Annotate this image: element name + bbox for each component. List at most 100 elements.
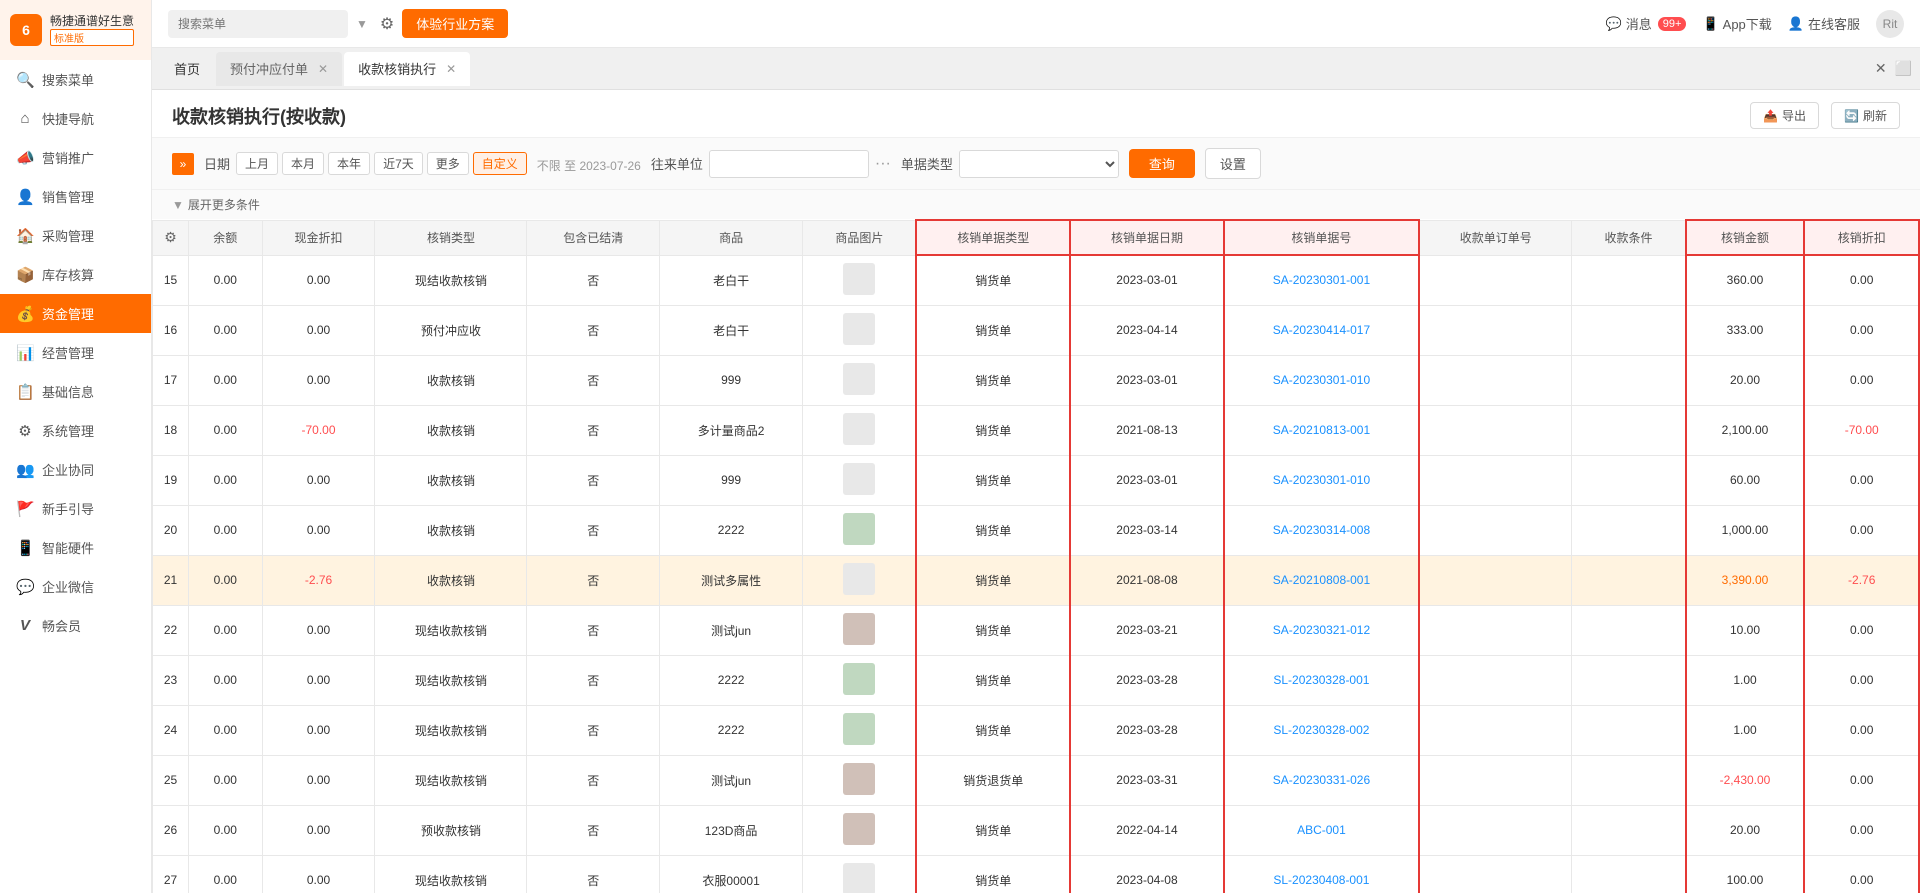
- table-row: 21 0.00 -2.76 收款核销 否 测试多属性 销货单 2021-08-0…: [153, 555, 1920, 605]
- cell-id: 19: [153, 455, 189, 505]
- sidebar-item-wechat[interactable]: 💬 企业微信: [0, 567, 151, 606]
- cell-balance: 0.00: [189, 505, 263, 555]
- cell-receipt-order-num: [1419, 255, 1572, 305]
- filter-more-btn[interactable]: 更多: [427, 152, 469, 175]
- filter-this-month-btn[interactable]: 本月: [282, 152, 324, 175]
- cell-writeoff-bill-type: 销货单: [916, 855, 1070, 893]
- cell-id: 16: [153, 305, 189, 355]
- data-table: ⚙ 余额 现金折扣 核销类型 包含已结清 商品 商品图片 核销单据类型 核销单据…: [152, 219, 1920, 893]
- wechat-icon: 💬: [16, 578, 34, 596]
- sidebar-item-purchase[interactable]: 🏠 采购管理: [0, 216, 151, 255]
- cell-writeoff-type: 现结收款核销: [375, 605, 527, 655]
- cell-product: 测试jun: [659, 755, 802, 805]
- cell-product-img: [803, 855, 917, 893]
- tab-receipt[interactable]: 收款核销执行 ✕: [344, 52, 470, 86]
- industry-solution-button[interactable]: 体验行业方案: [402, 9, 508, 38]
- close-icon[interactable]: ✕: [318, 62, 328, 76]
- cell-writeoff-amount: 360.00: [1686, 255, 1805, 305]
- sidebar-item-newguide[interactable]: 🚩 新手引导: [0, 489, 151, 528]
- filter-this-year-btn[interactable]: 本年: [328, 152, 370, 175]
- sidebar-item-finance[interactable]: 💰 资金管理: [0, 294, 151, 333]
- filter-date-group: 日期 上月 本月 本年 近7天 更多 自定义: [204, 152, 527, 175]
- settings-icon[interactable]: ⚙: [164, 229, 177, 245]
- setting-button[interactable]: 设置: [1205, 148, 1261, 179]
- table-row: 18 0.00 -70.00 收款核销 否 多计量商品2 销货单 2021-08…: [153, 405, 1920, 455]
- filter-billtype-label: 单据类型: [901, 154, 953, 173]
- table-container[interactable]: ⚙ 余额 现金折扣 核销类型 包含已结清 商品 商品图片 核销单据类型 核销单据…: [152, 219, 1920, 893]
- cell-writeoff-date: 2023-03-01: [1070, 455, 1224, 505]
- close-window-icon[interactable]: ✕: [1875, 60, 1887, 77]
- cell-include-settled: 否: [527, 605, 659, 655]
- cell-id: 27: [153, 855, 189, 893]
- sidebar-item-bizmanage[interactable]: 📊 经营管理: [0, 333, 151, 372]
- col-balance: 余额: [189, 220, 263, 255]
- chevron-down-icon[interactable]: ▼: [356, 17, 368, 31]
- filter-7days-btn[interactable]: 近7天: [374, 152, 423, 175]
- sidebar-item-search[interactable]: 🔍 搜索菜单: [0, 60, 151, 99]
- message-button[interactable]: 💬 消息 99+: [1606, 14, 1687, 33]
- cell-balance: 0.00: [189, 355, 263, 405]
- filter-custom-btn[interactable]: 自定义: [473, 152, 527, 175]
- cell-product-img: [803, 455, 917, 505]
- table-row: 22 0.00 0.00 现结收款核销 否 测试jun 销货单 2023-03-…: [153, 605, 1920, 655]
- sidebar-item-collab[interactable]: 👥 企业协同: [0, 450, 151, 489]
- filter-date-label: 日期: [204, 154, 230, 173]
- filter-expand-button[interactable]: »: [172, 153, 194, 175]
- cell-balance: 0.00: [189, 755, 263, 805]
- filter-prev-month-btn[interactable]: 上月: [236, 152, 278, 175]
- restore-window-icon[interactable]: ⬜: [1895, 60, 1912, 77]
- sidebar-item-sales[interactable]: 👤 销售管理: [0, 177, 151, 216]
- sidebar-item-smarthw[interactable]: 📱 智能硬件: [0, 528, 151, 567]
- sidebar-item-basicinfo[interactable]: 📋 基础信息: [0, 372, 151, 411]
- sidebar-item-member[interactable]: V 畅会员: [0, 606, 151, 645]
- sidebar-item-label: 基础信息: [42, 382, 94, 401]
- app-download-button[interactable]: 📱 App下载: [1702, 14, 1771, 33]
- logo-icon: 6: [10, 14, 42, 46]
- app-icon: 📱: [1702, 16, 1718, 32]
- online-service-button[interactable]: 👤 在线客服: [1788, 14, 1860, 33]
- cell-receipt-cond: [1572, 455, 1686, 505]
- filter-counterpart-input[interactable]: [709, 150, 869, 178]
- cell-writeoff-bill-type: 销货单: [916, 655, 1070, 705]
- cell-balance: 0.00: [189, 405, 263, 455]
- cell-product: 999: [659, 455, 802, 505]
- refresh-button[interactable]: 🔄 刷新: [1831, 102, 1900, 129]
- cell-writeoff-discount: 0.00: [1804, 655, 1919, 705]
- cell-balance: 0.00: [189, 305, 263, 355]
- close-icon[interactable]: ✕: [446, 62, 456, 76]
- cell-writeoff-num: SA-20230414-017: [1224, 305, 1419, 355]
- search-input[interactable]: [168, 10, 348, 38]
- cell-include-settled: 否: [527, 455, 659, 505]
- export-button[interactable]: 📤 导出: [1750, 102, 1819, 129]
- tab-prepay-label: 预付冲应付单: [230, 59, 308, 78]
- query-button[interactable]: 查询: [1129, 149, 1195, 178]
- gear-icon[interactable]: ⚙: [380, 14, 394, 34]
- cell-receipt-order-num: [1419, 555, 1572, 605]
- cell-cash-discount: 0.00: [262, 355, 375, 405]
- avatar[interactable]: Rit: [1876, 10, 1904, 38]
- cell-cash-discount: -70.00: [262, 405, 375, 455]
- filter-expand-row[interactable]: ▼ 展开更多条件: [152, 190, 1920, 219]
- sidebar-item-marketing[interactable]: 📣 营销推广: [0, 138, 151, 177]
- col-writeoff-type: 核销类型: [375, 220, 527, 255]
- cell-receipt-cond: [1572, 355, 1686, 405]
- cell-writeoff-type: 预收款核销: [375, 805, 527, 855]
- page-actions: 📤 导出 🔄 刷新: [1750, 102, 1900, 129]
- cell-writeoff-bill-type: 销货单: [916, 255, 1070, 305]
- sidebar-item-quicknav[interactable]: ⌂ 快捷导航: [0, 99, 151, 138]
- sidebar-item-label: 企业微信: [42, 577, 94, 596]
- tab-home-label: 首页: [174, 59, 200, 78]
- cell-writeoff-date: 2023-03-14: [1070, 505, 1224, 555]
- cell-writeoff-discount: 0.00: [1804, 755, 1919, 805]
- cell-receipt-cond: [1572, 805, 1686, 855]
- inventory-icon: 📦: [16, 266, 34, 284]
- sidebar-item-inventory[interactable]: 📦 库存核算: [0, 255, 151, 294]
- tab-home[interactable]: 首页: [160, 52, 214, 86]
- cell-writeoff-type: 收款核销: [375, 355, 527, 405]
- filter-billtype-select[interactable]: [959, 150, 1119, 178]
- cell-id: 21: [153, 555, 189, 605]
- sidebar-item-sysmanage[interactable]: ⚙ 系统管理: [0, 411, 151, 450]
- cell-product-img: [803, 255, 917, 305]
- tab-prepay[interactable]: 预付冲应付单 ✕: [216, 52, 342, 86]
- filter-counterpart-dots[interactable]: ···: [875, 155, 891, 173]
